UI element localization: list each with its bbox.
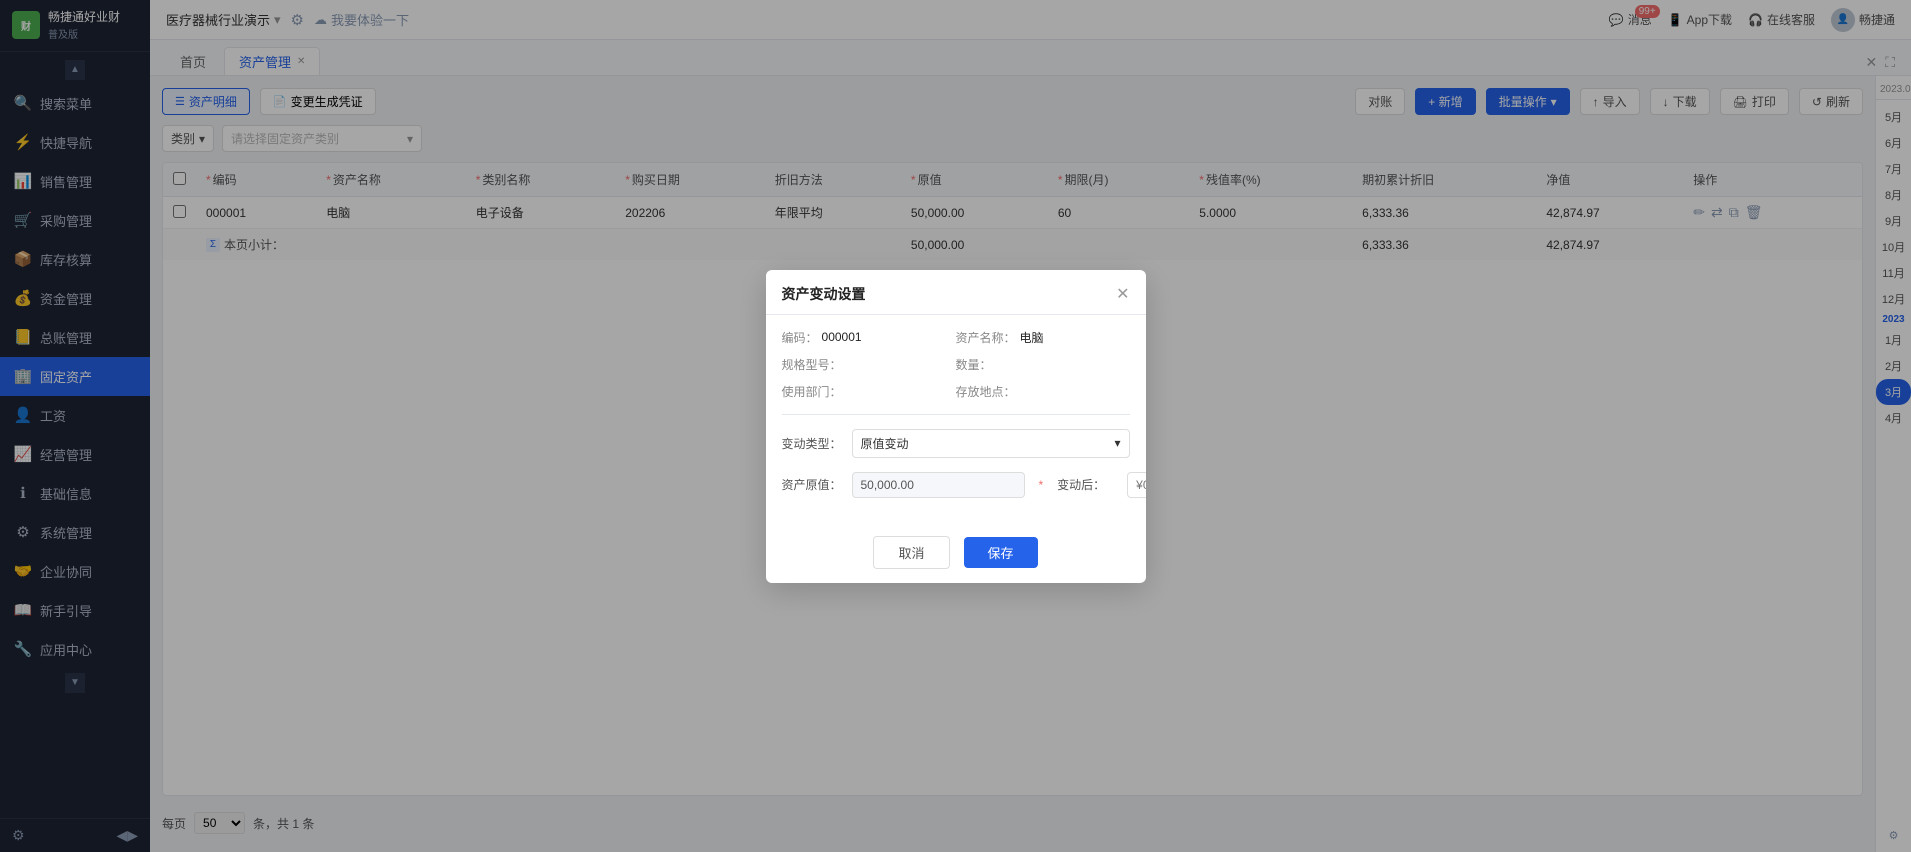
change-type-select[interactable]: 原值变动 ▾ xyxy=(852,429,1130,458)
modal-body: 编码： 000001 资产名称： 电脑 规格型号： 数量： 使用部门： xyxy=(766,315,1146,526)
modal-location-field: 存放地点： xyxy=(956,383,1130,400)
modal-spec-field: 规格型号： xyxy=(782,356,956,373)
modal-dept-field: 使用部门： xyxy=(782,383,956,400)
asset-value-input xyxy=(852,472,1025,498)
asset-value-label: 资产原值： xyxy=(782,476,842,493)
modal-title: 资产变动设置 xyxy=(782,284,866,304)
modal-header: 资产变动设置 ✕ xyxy=(766,270,1146,315)
modal-info-grid: 编码： 000001 资产名称： 电脑 规格型号： 数量： 使用部门： xyxy=(782,329,1130,400)
required-star: * xyxy=(1039,478,1044,492)
select-chevron-icon: ▾ xyxy=(1114,436,1120,450)
modal-overlay: 资产变动设置 ✕ 编码： 000001 资产名称： 电脑 规格型号： 数量： xyxy=(0,0,1911,852)
change-type-row: 变动类型： 原值变动 ▾ xyxy=(782,429,1130,458)
modal-close-icon[interactable]: ✕ xyxy=(1116,284,1129,304)
change-type-label: 变动类型： xyxy=(782,435,842,452)
asset-change-modal: 资产变动设置 ✕ 编码： 000001 资产名称： 电脑 规格型号： 数量： xyxy=(766,270,1146,583)
modal-code-field: 编码： 000001 xyxy=(782,329,956,346)
after-label: 变动后： xyxy=(1057,476,1117,493)
modal-footer: 取消 保存 xyxy=(766,526,1146,583)
asset-value-row: 资产原值： * 变动后： xyxy=(782,472,1130,498)
modal-quantity-field: 数量： xyxy=(956,356,1130,373)
modal-name-field: 资产名称： 电脑 xyxy=(956,329,1130,346)
modal-divider xyxy=(782,414,1130,415)
cancel-button[interactable]: 取消 xyxy=(873,536,949,569)
save-button[interactable]: 保存 xyxy=(964,537,1038,568)
after-value-input[interactable] xyxy=(1127,472,1145,498)
